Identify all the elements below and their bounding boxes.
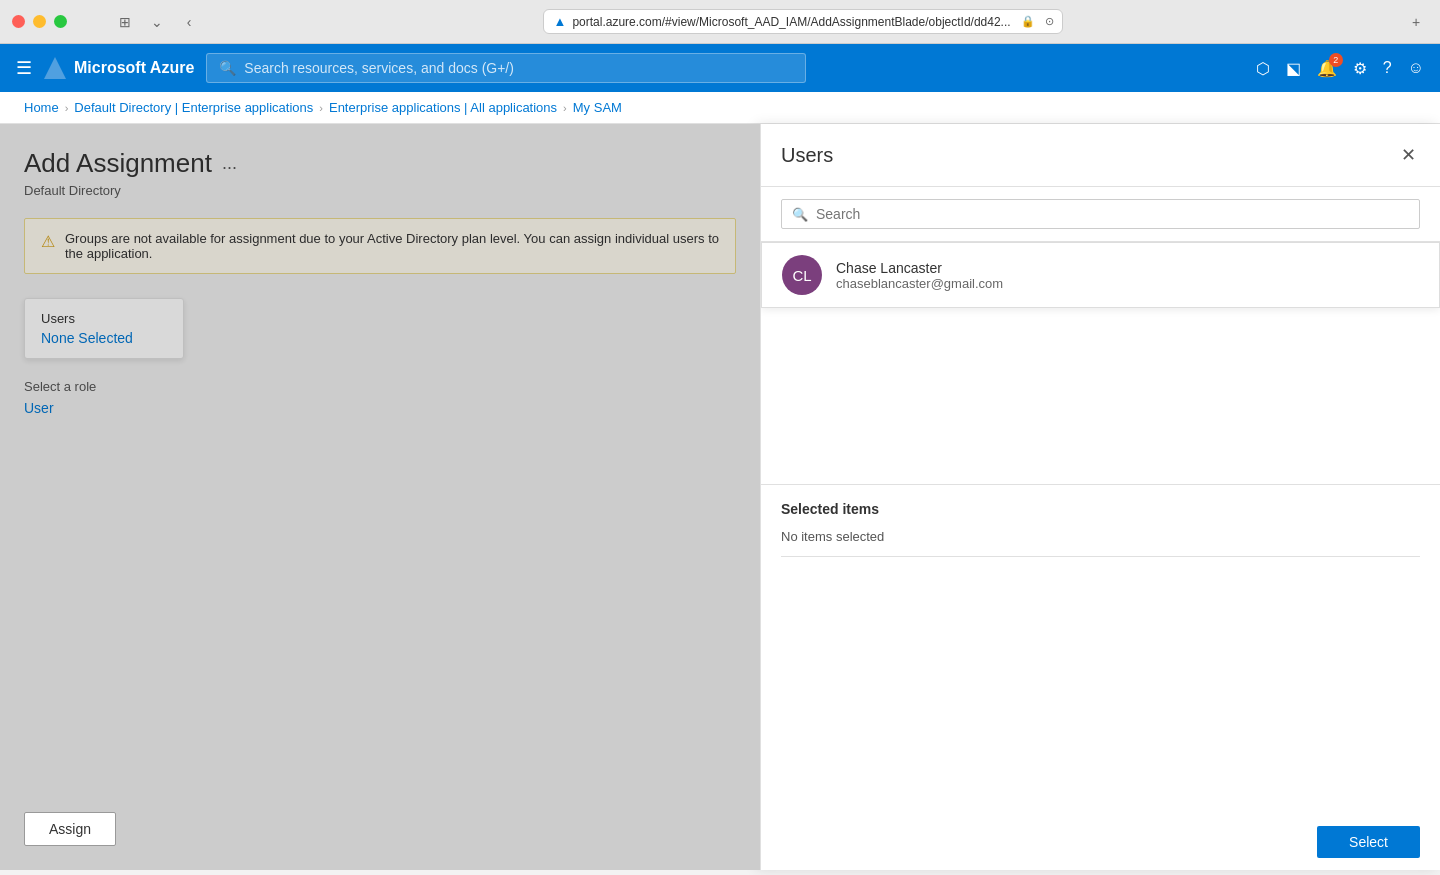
notification-badge: 2 — [1329, 53, 1343, 67]
search-icon: 🔍 — [219, 60, 236, 76]
warning-text: Groups are not available for assignment … — [65, 231, 719, 261]
selected-items-title: Selected items — [781, 501, 1420, 517]
breadcrumb-app[interactable]: My SAM — [573, 100, 622, 115]
panel-header: Users ✕ — [761, 124, 1440, 187]
user-name: Chase Lancaster — [836, 260, 1419, 276]
lock-icon: 🔒 — [1021, 15, 1035, 28]
users-card[interactable]: Users None Selected — [24, 298, 184, 359]
minimize-button[interactable] — [33, 15, 46, 28]
cloud-shell-icon[interactable]: ⬡ — [1256, 59, 1270, 78]
azure-brand-name: Microsoft Azure — [74, 59, 194, 77]
close-panel-button[interactable]: ✕ — [1397, 140, 1420, 170]
avatar: CL — [782, 255, 822, 295]
role-section: Select a role User — [24, 379, 736, 416]
breadcrumb-sep-3: › — [563, 102, 567, 114]
sidebar-toggle-icon[interactable]: ⊞ — [113, 10, 137, 34]
chevron-down-icon[interactable]: ⌄ — [145, 10, 169, 34]
no-items-text: No items selected — [781, 529, 1420, 557]
role-value[interactable]: User — [24, 400, 736, 416]
add-tab-icon[interactable]: + — [1404, 10, 1428, 34]
page-subtitle: Default Directory — [24, 183, 736, 198]
maximize-button[interactable] — [54, 15, 67, 28]
settings-icon[interactable]: ⚙ — [1353, 59, 1367, 78]
selected-items-section: Selected items No items selected — [761, 484, 1440, 573]
panel-search-area: 🔍 — [761, 187, 1440, 242]
panel-footer: Select — [761, 814, 1440, 870]
list-item[interactable]: CL Chase Lancaster chaseblancaster@gmail… — [761, 242, 1440, 308]
warning-icon: ⚠ — [41, 232, 55, 261]
assign-button[interactable]: Assign — [24, 812, 116, 846]
main-container: Add Assignment ... Default Directory ⚠ G… — [0, 124, 1440, 870]
breadcrumb-enterprise[interactable]: Enterprise applications | All applicatio… — [329, 100, 557, 115]
azure-logo: Microsoft Azure — [44, 57, 194, 79]
refresh-icon: ⊙ — [1045, 15, 1054, 28]
users-card-value: None Selected — [41, 330, 167, 346]
notifications-icon[interactable]: 🔔 2 — [1317, 59, 1337, 78]
breadcrumb-dir[interactable]: Default Directory | Enterprise applicati… — [74, 100, 313, 115]
user-list: CL Chase Lancaster chaseblancaster@gmail… — [761, 242, 1440, 484]
close-button[interactable] — [12, 15, 25, 28]
breadcrumb-sep-1: › — [65, 102, 69, 114]
user-info: Chase Lancaster chaseblancaster@gmail.co… — [836, 260, 1419, 291]
titlebar: ⊞ ⌄ ‹ ▲ portal.azure.com/#view/Microsoft… — [0, 0, 1440, 44]
select-button[interactable]: Select — [1317, 826, 1420, 858]
azure-logo-icon — [44, 57, 66, 79]
more-options-icon[interactable]: ... — [222, 153, 237, 174]
azure-favicon: ▲ — [554, 14, 567, 29]
directory-icon[interactable]: ⬕ — [1286, 59, 1301, 78]
search-icon: 🔍 — [792, 207, 808, 222]
global-search[interactable]: 🔍 Search resources, services, and docs (… — [206, 53, 806, 83]
warning-box: ⚠ Groups are not available for assignmen… — [24, 218, 736, 274]
breadcrumb-home[interactable]: Home — [24, 100, 59, 115]
address-text: portal.azure.com/#view/Microsoft_AAD_IAM… — [572, 15, 1010, 29]
back-icon[interactable]: ‹ — [177, 10, 201, 34]
breadcrumb-sep-2: › — [319, 102, 323, 114]
users-panel: Users ✕ 🔍 CL Chase Lancaster chaseblanca… — [760, 124, 1440, 870]
page-title: Add Assignment — [24, 148, 212, 179]
panel-title: Users — [781, 144, 833, 167]
search-placeholder: Search resources, services, and docs (G+… — [244, 60, 514, 76]
role-label: Select a role — [24, 379, 736, 394]
user-email: chaseblancaster@gmail.com — [836, 276, 1419, 291]
hamburger-menu-icon[interactable]: ☰ — [16, 57, 32, 79]
breadcrumb: Home › Default Directory | Enterprise ap… — [0, 92, 1440, 124]
help-icon[interactable]: ? — [1383, 59, 1392, 77]
feedback-icon[interactable]: ☺ — [1408, 59, 1424, 77]
search-input-wrap: 🔍 — [781, 199, 1420, 229]
azure-navbar: ☰ Microsoft Azure 🔍 Search resources, se… — [0, 44, 1440, 92]
left-panel: Add Assignment ... Default Directory ⚠ G… — [0, 124, 760, 870]
users-card-title: Users — [41, 311, 167, 326]
search-input[interactable] — [816, 206, 1409, 222]
page-title-row: Add Assignment ... — [24, 148, 736, 179]
address-bar[interactable]: ▲ portal.azure.com/#view/Microsoft_AAD_I… — [543, 9, 1063, 34]
